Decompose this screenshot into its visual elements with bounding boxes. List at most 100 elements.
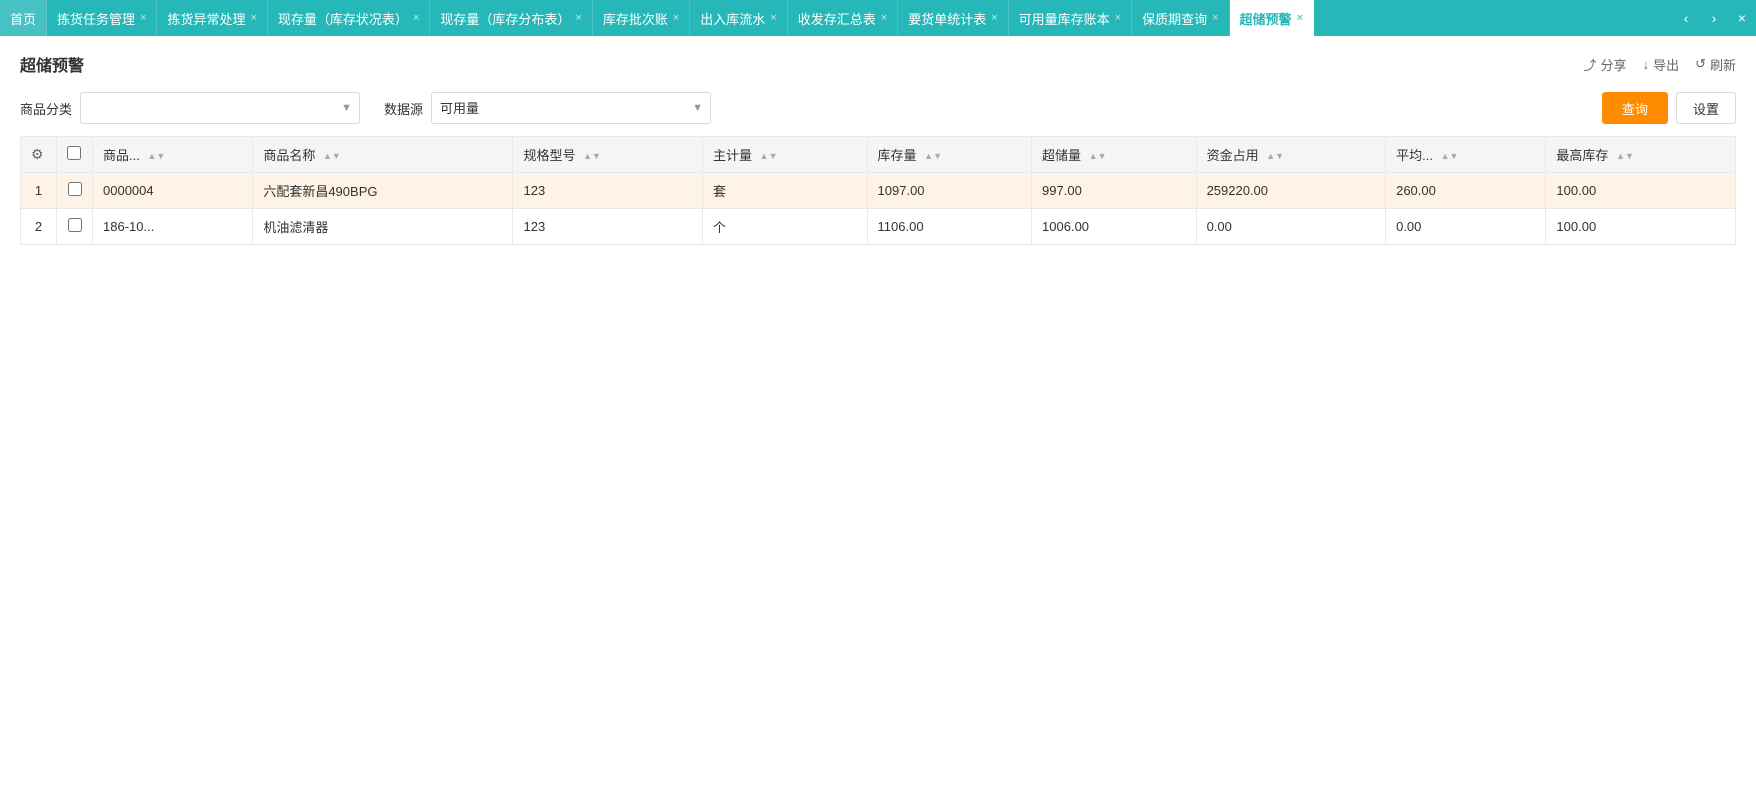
page-content: 超储预警 ⤴ 分享 ↓ 导出 ↺ 刷新 商品分类 xyxy=(0,36,1756,261)
share-button[interactable]: ⤴ 分享 xyxy=(1584,55,1627,74)
nav-item-order-stats[interactable]: 要货单统计表 × xyxy=(898,0,1008,36)
export-label: 导出 xyxy=(1653,55,1679,74)
row-checkbox[interactable] xyxy=(68,218,82,232)
close-icon[interactable]: × xyxy=(140,12,146,24)
gear-icon[interactable]: ⚙ xyxy=(31,146,44,162)
table-row: 2 186-10... 机油滤清器 123 个 1106.00 1006.00 … xyxy=(21,209,1736,245)
header-actions: ⤴ 分享 ↓ 导出 ↺ 刷新 xyxy=(1584,55,1736,74)
sort-icon: ▲▼ xyxy=(760,152,778,161)
datasource-select-wrap: 可用量 ▼ xyxy=(431,92,711,124)
nav-item-overstock[interactable]: 超储预警 × xyxy=(1230,0,1314,36)
top-nav: 首页 拣货任务管理 × 拣货异常处理 × 现存量（库存状况表） × 现存量（库存… xyxy=(0,0,1756,36)
row-spec: 123 xyxy=(513,209,703,245)
nav-item-available-ledger[interactable]: 可用量库存账本 × xyxy=(1009,0,1132,36)
nav-inv-dist-label: 现存量（库存分布表） xyxy=(440,9,570,28)
nav-prev-button[interactable]: ‹ xyxy=(1672,0,1700,36)
nav-item-inventory-dist[interactable]: 现存量（库存分布表） × xyxy=(430,0,592,36)
sort-icon: ▲▼ xyxy=(323,152,341,161)
sort-icon: ▲▼ xyxy=(1266,152,1284,161)
nav-item-task-mgmt[interactable]: 拣货任务管理 × xyxy=(47,0,157,36)
page-title: 超储预警 xyxy=(20,52,84,76)
refresh-icon: ↺ xyxy=(1695,56,1706,72)
th-max-stock-label: 最高库存 xyxy=(1556,148,1608,163)
row-name: 六配套新昌490BPG xyxy=(253,173,513,209)
row-max-stock: 100.00 xyxy=(1546,209,1736,245)
th-avg[interactable]: 平均... ▲▼ xyxy=(1386,137,1546,173)
close-icon[interactable]: × xyxy=(673,12,679,24)
row-unit: 套 xyxy=(703,173,868,209)
nav-item-shelf-life[interactable]: 保质期查询 × xyxy=(1132,0,1229,36)
close-icon[interactable]: × xyxy=(991,12,997,24)
row-settings: 1 xyxy=(21,173,57,209)
close-icon[interactable]: × xyxy=(1115,12,1121,24)
filter-area: 商品分类 ▼ 数据源 可用量 ▼ xyxy=(20,92,1602,124)
row-checkbox-cell xyxy=(57,173,93,209)
close-icon[interactable]: × xyxy=(250,12,256,24)
datasource-select[interactable]: 可用量 xyxy=(431,92,711,124)
sort-icon: ▲▼ xyxy=(1441,152,1459,161)
th-spec[interactable]: 规格型号 ▲▼ xyxy=(513,137,703,173)
row-checkbox-cell xyxy=(57,209,93,245)
nav-item-batch[interactable]: 库存批次账 × xyxy=(593,0,690,36)
nav-batch-label: 库存批次账 xyxy=(603,9,668,28)
th-spec-label: 规格型号 xyxy=(523,148,575,163)
row-max-stock: 100.00 xyxy=(1546,173,1736,209)
nav-item-collect[interactable]: 收发存汇总表 × xyxy=(788,0,898,36)
nav-item-abnormal[interactable]: 拣货异常处理 × xyxy=(157,0,267,36)
th-stock[interactable]: 库存量 ▲▼ xyxy=(867,137,1032,173)
category-select[interactable] xyxy=(80,92,360,124)
category-filter-group: 商品分类 ▼ xyxy=(20,92,360,124)
nav-inout-label: 出入库流水 xyxy=(700,9,765,28)
nav-item-home[interactable]: 首页 xyxy=(0,0,47,36)
th-stock-label: 库存量 xyxy=(878,148,917,163)
th-overstock[interactable]: 超储量 ▲▼ xyxy=(1032,137,1197,173)
settings-button[interactable]: 设置 xyxy=(1676,92,1736,124)
row-capital: 0.00 xyxy=(1196,209,1386,245)
th-overstock-label: 超储量 xyxy=(1042,148,1081,163)
th-avg-label: 平均... xyxy=(1396,148,1433,163)
row-unit: 个 xyxy=(703,209,868,245)
row-checkbox[interactable] xyxy=(68,182,82,196)
row-code: 0000004 xyxy=(93,173,253,209)
datasource-filter-group: 数据源 可用量 ▼ xyxy=(384,92,711,124)
share-label: 分享 xyxy=(1601,55,1627,74)
close-icon[interactable]: × xyxy=(575,12,581,24)
share-icon: ⤴ xyxy=(1584,55,1597,74)
nav-abnormal-label: 拣货异常处理 xyxy=(167,9,245,28)
table-header: ⚙ 商品... ▲▼ 商品名称 ▲▼ 规格型号 ▲▼ 主计 xyxy=(21,137,1736,173)
close-icon[interactable]: × xyxy=(770,12,776,24)
th-name-label: 商品名称 xyxy=(263,148,315,163)
th-capital[interactable]: 资金占用 ▲▼ xyxy=(1196,137,1386,173)
th-name[interactable]: 商品名称 ▲▼ xyxy=(253,137,513,173)
refresh-button[interactable]: ↺ 刷新 xyxy=(1695,55,1736,74)
row-stock: 1097.00 xyxy=(867,173,1032,209)
close-icon[interactable]: × xyxy=(881,12,887,24)
nav-next-button[interactable]: › xyxy=(1700,0,1728,36)
query-button[interactable]: 查询 xyxy=(1602,92,1668,124)
close-icon[interactable]: × xyxy=(1297,12,1303,24)
th-max-stock[interactable]: 最高库存 ▲▼ xyxy=(1546,137,1736,173)
th-checkbox xyxy=(57,137,93,173)
nav-arrows: ‹ › × xyxy=(1672,0,1756,36)
sort-icon: ▲▼ xyxy=(147,152,165,161)
table-row: 1 0000004 六配套新昌490BPG 123 套 1097.00 997.… xyxy=(21,173,1736,209)
row-spec: 123 xyxy=(513,173,703,209)
nav-item-inventory-status[interactable]: 现存量（库存状况表） × xyxy=(268,0,430,36)
export-button[interactable]: ↓ 导出 xyxy=(1643,55,1680,74)
select-all-checkbox[interactable] xyxy=(67,146,81,160)
row-avg: 0.00 xyxy=(1386,209,1546,245)
row-overstock: 997.00 xyxy=(1032,173,1197,209)
close-icon[interactable]: × xyxy=(1212,12,1218,24)
nav-avail-label: 可用量库存账本 xyxy=(1019,9,1110,28)
th-code-label: 商品... xyxy=(103,148,140,163)
table-body: 1 0000004 六配套新昌490BPG 123 套 1097.00 997.… xyxy=(21,173,1736,245)
th-code[interactable]: 商品... ▲▼ xyxy=(93,137,253,173)
nav-item-inout-flow[interactable]: 出入库流水 × xyxy=(690,0,787,36)
nav-close-all-button[interactable]: × xyxy=(1728,0,1756,36)
th-unit[interactable]: 主计量 ▲▼ xyxy=(703,137,868,173)
refresh-label: 刷新 xyxy=(1710,55,1736,74)
row-name: 机油滤清器 xyxy=(253,209,513,245)
close-icon[interactable]: × xyxy=(413,12,419,24)
page-header: 超储预警 ⤴ 分享 ↓ 导出 ↺ 刷新 xyxy=(20,52,1736,76)
sort-icon: ▲▼ xyxy=(583,152,601,161)
